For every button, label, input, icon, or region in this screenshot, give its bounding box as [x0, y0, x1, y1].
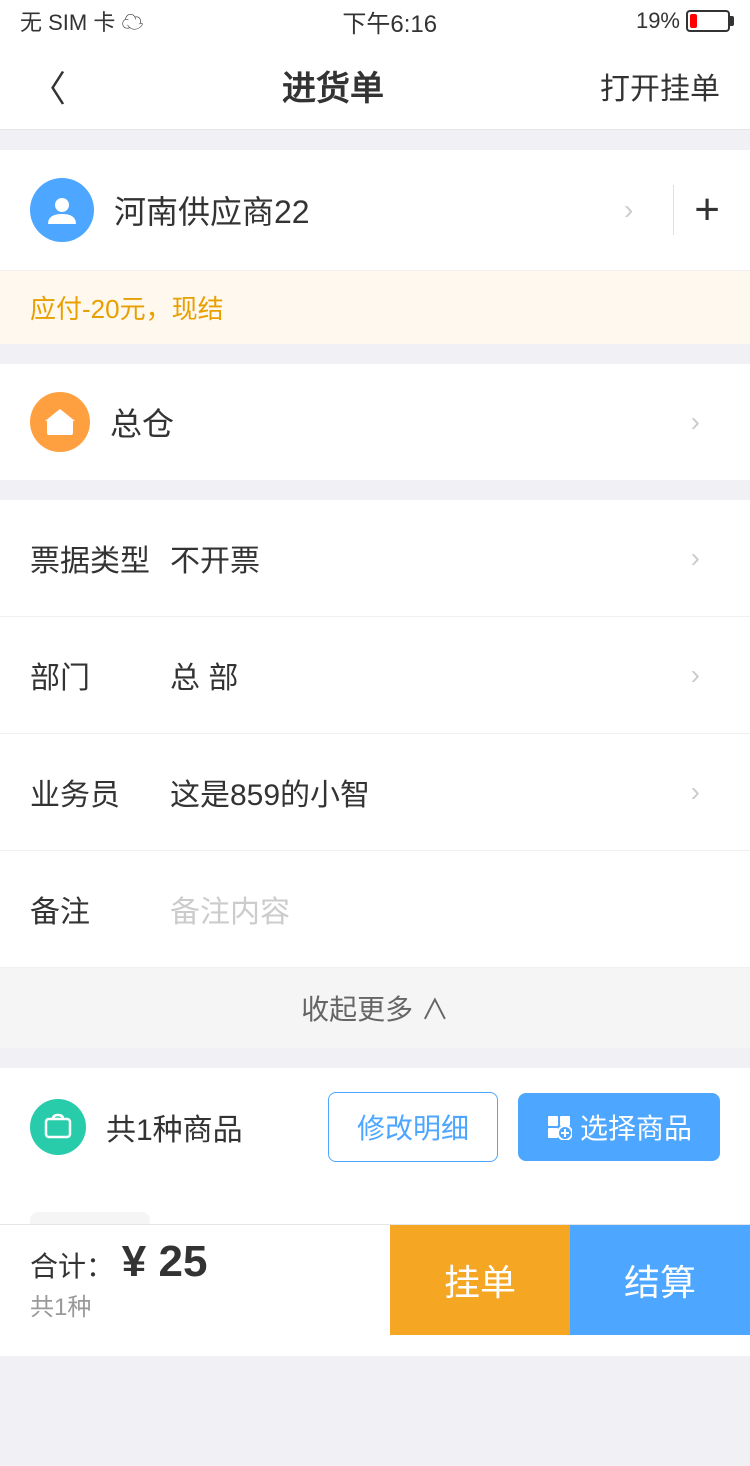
remark-row[interactable]: 备注 备注内容	[0, 851, 750, 968]
warehouse-row[interactable]: 总仓 ›	[0, 364, 750, 480]
edit-detail-button[interactable]: 修改明细	[328, 1092, 498, 1162]
total-amount: ¥ 25	[122, 1237, 208, 1286]
dept-value: 总 部	[170, 653, 691, 697]
status-right: 19%	[636, 8, 730, 34]
add-icon[interactable]: +	[694, 188, 720, 232]
open-hang-button[interactable]: 打开挂单	[600, 64, 720, 108]
dept-label: 部门	[30, 653, 170, 697]
sim-status: 无 SIM 卡 ☁	[20, 5, 143, 37]
products-header: 共1种商品 修改明细 选择商品	[0, 1068, 750, 1186]
divider	[673, 185, 674, 235]
hang-button[interactable]: 挂单	[390, 1225, 570, 1335]
supplier-name: 河南供应商22	[114, 187, 624, 233]
products-icon	[30, 1099, 86, 1155]
nav-bar: 〈 进货单 打开挂单	[0, 42, 750, 130]
invoice-label: 票据类型	[30, 536, 170, 580]
battery-tip	[730, 16, 734, 26]
remark-label: 备注	[30, 887, 170, 931]
gap-4	[0, 1048, 750, 1068]
gap-2	[0, 344, 750, 364]
warehouse-icon	[30, 392, 90, 452]
collapse-bar[interactable]: 收起更多 ∧	[0, 968, 750, 1048]
cart-icon	[42, 1111, 74, 1143]
battery-icon	[686, 10, 730, 32]
battery-fill	[690, 14, 697, 28]
select-icon	[546, 1114, 572, 1140]
total-label: 合计：	[30, 1251, 114, 1282]
status-time: 下午6:16	[342, 4, 437, 39]
back-button[interactable]: 〈	[30, 60, 66, 112]
supplier-avatar	[30, 178, 94, 242]
supplier-row[interactable]: 河南供应商22 › +	[0, 150, 750, 271]
products-count: 共1种商品	[106, 1105, 308, 1149]
form-section: 票据类型 不开票 › 部门 总 部 › 业务员 这是859的小智 › 备注 备注…	[0, 500, 750, 968]
dept-chevron-icon: ›	[691, 659, 700, 691]
chevron-right-icon: ›	[624, 194, 633, 226]
warehouse-chevron-icon: ›	[691, 406, 700, 438]
warehouse-name: 总仓	[110, 399, 691, 445]
warehouse-section: 总仓 ›	[0, 364, 750, 480]
invoice-value: 不开票	[170, 536, 691, 580]
invoice-row[interactable]: 票据类型 不开票 ›	[0, 500, 750, 617]
collapse-text: 收起更多 ∧	[301, 988, 449, 1028]
person-icon	[44, 192, 80, 228]
remark-placeholder[interactable]: 备注内容	[170, 887, 720, 931]
select-product-label: 选择商品	[580, 1107, 692, 1147]
total-line: 合计： ¥ 25	[30, 1237, 360, 1287]
select-product-button[interactable]: 选择商品	[518, 1093, 720, 1161]
invoice-chevron-icon: ›	[691, 542, 700, 574]
dept-row[interactable]: 部门 总 部 ›	[0, 617, 750, 734]
total-section: 合计： ¥ 25 共1种	[0, 1237, 390, 1322]
supplier-section: 河南供应商22 › + 应付-20元，现结	[0, 150, 750, 344]
sales-chevron-icon: ›	[691, 776, 700, 808]
gap-3	[0, 480, 750, 500]
checkout-button[interactable]: 结算	[570, 1225, 750, 1335]
sales-row[interactable]: 业务员 这是859的小智 ›	[0, 734, 750, 851]
sales-label: 业务员	[30, 770, 170, 814]
sales-value: 这是859的小智	[170, 770, 691, 814]
gap-1	[0, 130, 750, 150]
page-title: 进货单	[282, 61, 384, 110]
total-count: 共1种	[30, 1287, 360, 1322]
bottom-spacer	[0, 1356, 750, 1466]
battery-percent: 19%	[636, 8, 680, 34]
status-bar: 无 SIM 卡 ☁ 下午6:16 19%	[0, 0, 750, 42]
bottom-bar: 合计： ¥ 25 共1种 挂单 结算	[0, 1224, 750, 1334]
warehouse-svg-icon	[43, 405, 77, 439]
status-left: 无 SIM 卡 ☁	[20, 5, 143, 37]
notice-bar: 应付-20元，现结	[0, 271, 750, 344]
